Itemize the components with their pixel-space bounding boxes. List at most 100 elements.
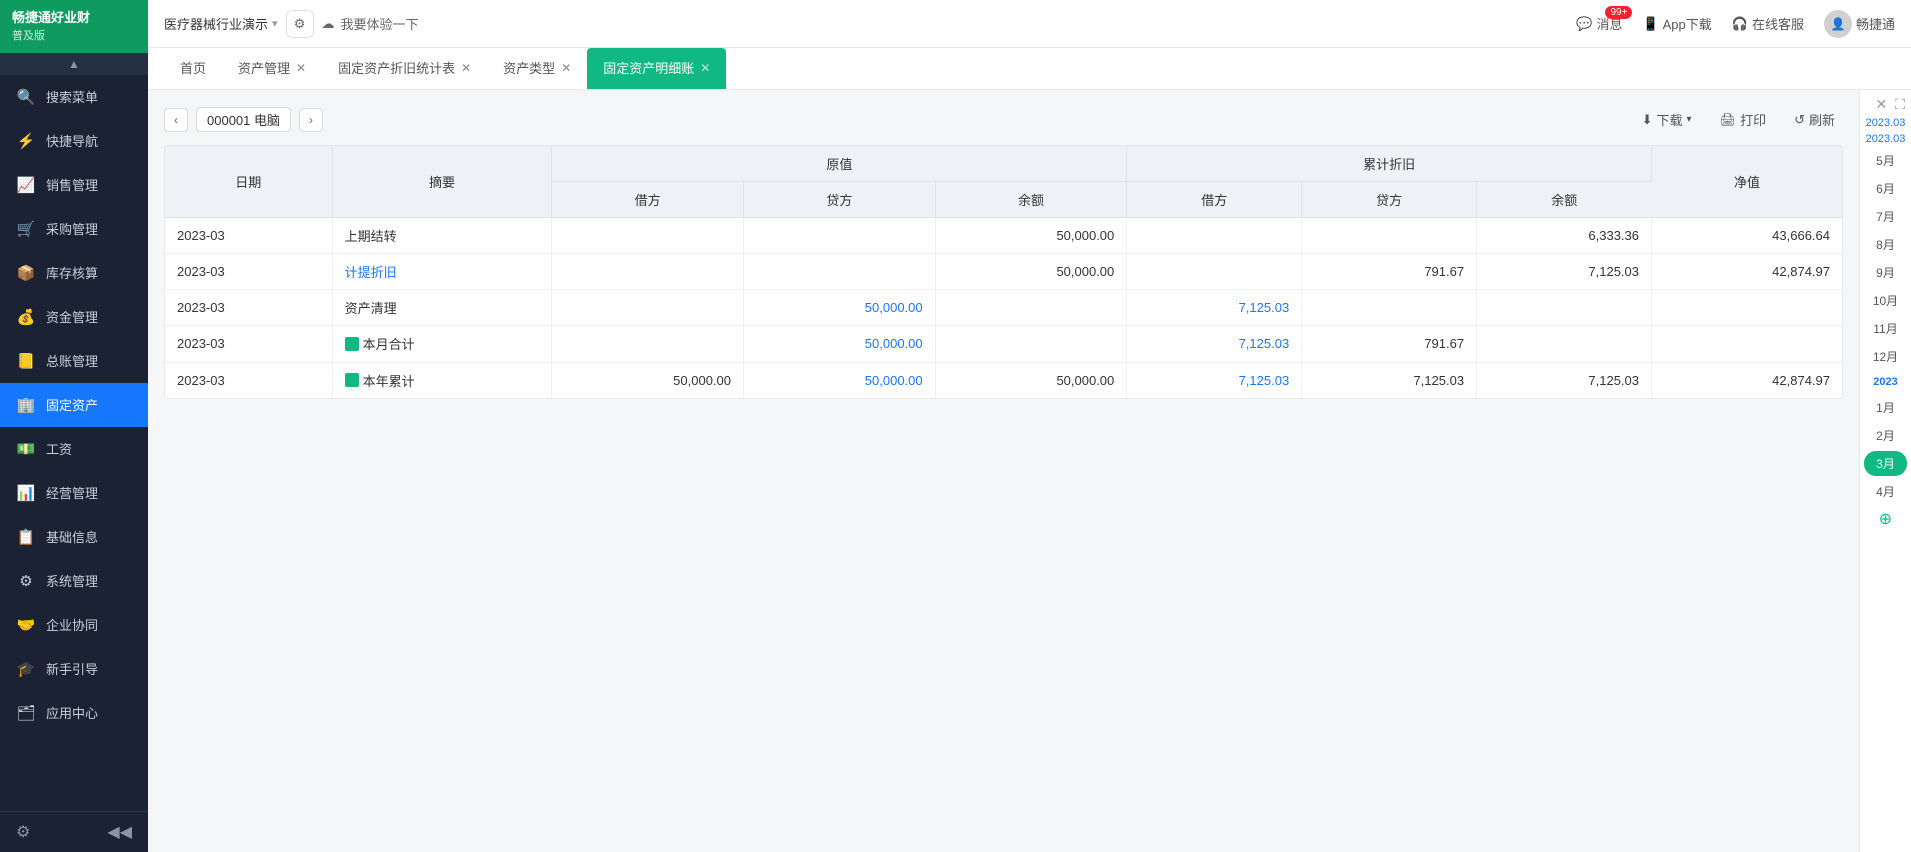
timeline-month-item[interactable]: 9月 — [1864, 260, 1907, 285]
sidebar-item-enterprise[interactable]: 🤝企业协同 — [0, 603, 148, 647]
td-orig-debit — [552, 218, 744, 254]
user-profile[interactable]: 👤 畅捷通 — [1824, 10, 1895, 38]
next-asset-button[interactable]: › — [299, 108, 323, 132]
print-button[interactable]: 🖨 打印 — [1712, 106, 1775, 133]
sidebar-label-ledger: 总账管理 — [46, 351, 98, 370]
prev-asset-button[interactable]: ‹ — [164, 108, 188, 132]
tab-home[interactable]: 首页 — [164, 48, 222, 89]
tab-label-asset-type: 资产类型 — [503, 58, 555, 77]
td-summary: 上期结转 — [332, 218, 552, 254]
tab-close-asset-type[interactable]: ✕ — [561, 61, 571, 75]
sidebar-label-apps: 应用中心 — [46, 703, 98, 722]
td-dep-credit — [1302, 290, 1477, 326]
sidebar-item-finance[interactable]: 💰资金管理 — [0, 295, 148, 339]
sidebar: 畅捷通好业财 普及版 ▲ 🔍搜索菜单⚡快捷导航📈销售管理🛒采购管理📦库存核算💰资… — [0, 0, 148, 852]
td-dep-balance: 7,125.03 — [1477, 254, 1652, 290]
sidebar-label-inventory: 库存核算 — [46, 263, 98, 282]
td-orig-credit: 50,000.00 — [744, 290, 936, 326]
sidebar-item-apps[interactable]: 🗂应用中心 — [0, 691, 148, 735]
timeline-month-item[interactable]: 10月 — [1864, 288, 1907, 313]
summary-text: 资产清理 — [345, 301, 397, 316]
td-date: 2023-03 — [165, 218, 332, 254]
timeline-month-item[interactable]: 12月 — [1864, 344, 1907, 369]
th-dep-credit: 贷方 — [1302, 182, 1477, 218]
timeline-top-label-1: 2023.03 — [1860, 115, 1911, 131]
tab-asset-type[interactable]: 资产类型 ✕ — [487, 48, 587, 89]
main-content: ‹ 000001 电脑 › ⬇ 下载 ▾ 🖨 打印 ↺ — [148, 90, 1859, 852]
summary-badge: 本月合计 — [345, 334, 415, 353]
timeline-month-item[interactable]: 5月 — [1864, 148, 1907, 173]
timeline-month-item[interactable]: 8月 — [1864, 232, 1907, 257]
messages-button[interactable]: 💬 消息 99+ — [1576, 14, 1622, 33]
tab-close-asset-detail[interactable]: ✕ — [700, 61, 710, 75]
tab-close-depreciation-stats[interactable]: ✕ — [461, 61, 471, 75]
sidebar-item-payroll[interactable]: 💵工资 — [0, 427, 148, 471]
th-orig-credit: 贷方 — [744, 182, 936, 218]
timeline-year-label: 2023 — [1864, 372, 1907, 392]
timeline-month-item[interactable]: 2月 — [1864, 423, 1907, 448]
settings-icon[interactable]: ⚙ — [16, 822, 30, 842]
refresh-button[interactable]: ↺ 刷新 — [1786, 106, 1843, 133]
sidebar-item-operations[interactable]: 📊经营管理 — [0, 471, 148, 515]
sidebar-item-guide[interactable]: 🎓新手引导 — [0, 647, 148, 691]
download-action-label: 下载 — [1657, 110, 1683, 129]
table-row: 2023-03 本月合计 50,000.00 7,125.03 791.67 — [165, 326, 1842, 363]
timeline-scroll-down-icon[interactable]: ⊕ — [1875, 505, 1896, 533]
green-dot-icon — [345, 337, 359, 351]
nav-icon-fixed-assets: 🏢 — [16, 395, 36, 415]
timeline-month-item[interactable]: 3月 — [1864, 451, 1907, 476]
timeline-month-item[interactable]: 1月 — [1864, 395, 1907, 420]
sidebar-item-sales[interactable]: 📈销售管理 — [0, 163, 148, 207]
expand-panel-icon[interactable]: ⛶ — [1893, 94, 1907, 115]
close-panel-icon[interactable]: ✕ — [1873, 94, 1889, 115]
company-name: 医疗器械行业演示 — [164, 14, 268, 33]
sidebar-item-fixed-assets[interactable]: 🏢 固定资产 — [0, 383, 148, 427]
tab-label-home: 首页 — [180, 58, 206, 77]
collapse-icon[interactable]: ◀◀ — [107, 822, 132, 842]
summary-text: 上期结转 — [345, 229, 397, 244]
download-button[interactable]: 📱 App下载 — [1642, 14, 1711, 33]
timeline-month-item[interactable]: 11月 — [1864, 316, 1907, 341]
td-orig-debit: 50,000.00 — [552, 362, 744, 398]
service-button[interactable]: 🎧 在线客服 — [1732, 14, 1804, 33]
topbar-left: 医疗器械行业演示 ▾ ⚙ ☁ 我要体验一下 — [164, 10, 1564, 38]
td-net-value — [1652, 326, 1843, 363]
company-settings-icon[interactable]: ⚙ — [286, 10, 314, 38]
experience-button[interactable]: ☁ 我要体验一下 — [322, 14, 419, 33]
nav-icon-quick-nav: ⚡ — [16, 131, 36, 151]
sidebar-label-enterprise: 企业协同 — [46, 615, 98, 634]
timeline-month-item[interactable]: 4月 — [1864, 479, 1907, 504]
td-dep-balance: 7,125.03 — [1477, 362, 1652, 398]
right-panel: ✕ ⛶ 2023.03 2023.03 5月6月7月8月9月10月11月12月2… — [1859, 90, 1911, 852]
sidebar-item-quick-nav[interactable]: ⚡快捷导航 — [0, 119, 148, 163]
sidebar-label-purchase: 采购管理 — [46, 219, 98, 238]
sidebar-item-system[interactable]: ⚙系统管理 — [0, 559, 148, 603]
sidebar-item-ledger[interactable]: 📒总账管理 — [0, 339, 148, 383]
td-orig-debit — [552, 326, 744, 363]
download-action-button[interactable]: ⬇ 下载 ▾ — [1634, 106, 1700, 133]
timeline-month-item[interactable]: 7月 — [1864, 204, 1907, 229]
sidebar-item-search[interactable]: 🔍搜索菜单 — [0, 75, 148, 119]
timeline-month-item[interactable]: 6月 — [1864, 176, 1907, 201]
sidebar-item-inventory[interactable]: 📦 库存核算 — [0, 251, 148, 295]
td-dep-debit: 7,125.03 — [1127, 362, 1302, 398]
sidebar-label-finance: 资金管理 — [46, 307, 98, 326]
summary-text: 计提折旧 — [345, 265, 397, 280]
sidebar-item-purchase[interactable]: 🛒 采购管理 — [0, 207, 148, 251]
sidebar-scroll-up[interactable]: ▲ — [0, 53, 148, 75]
sidebar-item-basic-info[interactable]: 📋基础信息 — [0, 515, 148, 559]
nav-icon-inventory: 📦 — [16, 263, 36, 283]
tab-asset-detail[interactable]: 固定资产明细账 ✕ — [587, 48, 726, 89]
company-selector[interactable]: 医疗器械行业演示 ▾ — [164, 14, 278, 33]
tab-close-asset-mgmt[interactable]: ✕ — [296, 61, 306, 75]
sidebar-label-fixed-assets: 固定资产 — [46, 395, 98, 414]
td-net-value — [1652, 290, 1843, 326]
tab-label-asset-detail: 固定资产明细账 — [603, 58, 694, 77]
tab-depreciation-stats[interactable]: 固定资产折旧统计表✕ — [322, 48, 487, 89]
experience-label: 我要体验一下 — [341, 14, 419, 33]
tab-asset-mgmt[interactable]: 资产管理✕ — [222, 48, 322, 89]
nav-icon-purchase: 🛒 — [16, 219, 36, 239]
print-icon: 🖨 — [1720, 112, 1737, 128]
td-orig-debit — [552, 290, 744, 326]
data-table: 日期 摘要 原值 累计折旧 净值 借方 贷方 余额 借方 贷方 余额 — [164, 145, 1843, 399]
